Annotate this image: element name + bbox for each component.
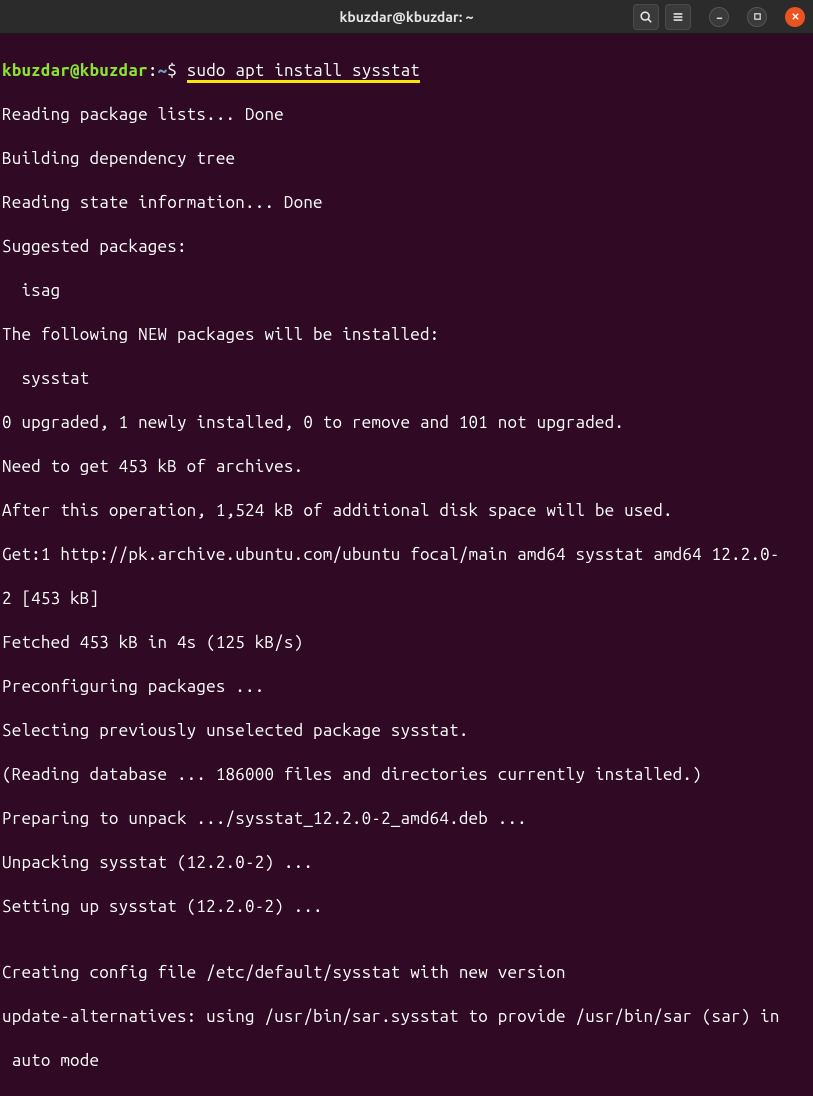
hamburger-icon bbox=[671, 10, 685, 24]
menu-button[interactable] bbox=[665, 4, 691, 30]
output-line: Setting up sysstat (12.2.0-2) ... bbox=[2, 896, 811, 918]
output-line: 0 upgraded, 1 newly installed, 0 to remo… bbox=[2, 412, 811, 434]
maximize-button[interactable] bbox=[747, 7, 767, 27]
output-line: Reading state information... Done bbox=[2, 192, 811, 214]
output-line: Fetched 453 kB in 4s (125 kB/s) bbox=[2, 632, 811, 654]
output-line: Unpacking sysstat (12.2.0-2) ... bbox=[2, 852, 811, 874]
output-line: sysstat bbox=[2, 368, 811, 390]
terminal-output-area[interactable]: kbuzdar@kbuzdar:~$ sudo apt install syss… bbox=[0, 34, 813, 1096]
close-icon bbox=[791, 12, 800, 21]
prompt-symbol: $ bbox=[167, 61, 186, 80]
prompt-path: ~ bbox=[158, 61, 168, 80]
titlebar: kbuzdar@kbuzdar: ~ bbox=[0, 0, 813, 34]
output-line: Reading package lists... Done bbox=[2, 104, 811, 126]
titlebar-right-group bbox=[633, 4, 805, 30]
output-line: Creating config file /etc/default/syssta… bbox=[2, 962, 811, 984]
window-title: kbuzdar@kbuzdar: ~ bbox=[339, 6, 473, 28]
output-line: Building dependency tree bbox=[2, 148, 811, 170]
command-text: sudo apt install sysstat bbox=[187, 61, 420, 83]
output-line: The following NEW packages will be insta… bbox=[2, 324, 811, 346]
output-line: After this operation, 1,524 kB of additi… bbox=[2, 500, 811, 522]
close-button[interactable] bbox=[785, 7, 805, 27]
output-line: Selecting previously unselected package … bbox=[2, 720, 811, 742]
output-line: update-alternatives: using /usr/bin/sar.… bbox=[2, 1006, 811, 1028]
search-button[interactable] bbox=[633, 4, 659, 30]
prompt-user: kbuzdar bbox=[2, 61, 70, 80]
search-icon bbox=[639, 10, 653, 24]
output-line: Preparing to unpack .../sysstat_12.2.0-2… bbox=[2, 808, 811, 830]
output-line: auto mode bbox=[2, 1050, 811, 1072]
prompt-at: @ bbox=[70, 61, 80, 80]
prompt-colon: : bbox=[148, 61, 158, 80]
maximize-icon bbox=[753, 12, 762, 21]
output-line: isag bbox=[2, 280, 811, 302]
minimize-icon bbox=[715, 12, 724, 21]
output-line: Preconfiguring packages ... bbox=[2, 676, 811, 698]
minimize-button[interactable] bbox=[709, 7, 729, 27]
prompt-host: kbuzdar bbox=[80, 61, 148, 80]
output-line: 2 [453 kB] bbox=[2, 588, 811, 610]
output-line: Get:1 http://pk.archive.ubuntu.com/ubunt… bbox=[2, 544, 811, 566]
output-line: (Reading database ... 186000 files and d… bbox=[2, 764, 811, 786]
output-line: Need to get 453 kB of archives. bbox=[2, 456, 811, 478]
prompt-line: kbuzdar@kbuzdar:~$ sudo apt install syss… bbox=[2, 60, 811, 82]
output-line: Suggested packages: bbox=[2, 236, 811, 258]
